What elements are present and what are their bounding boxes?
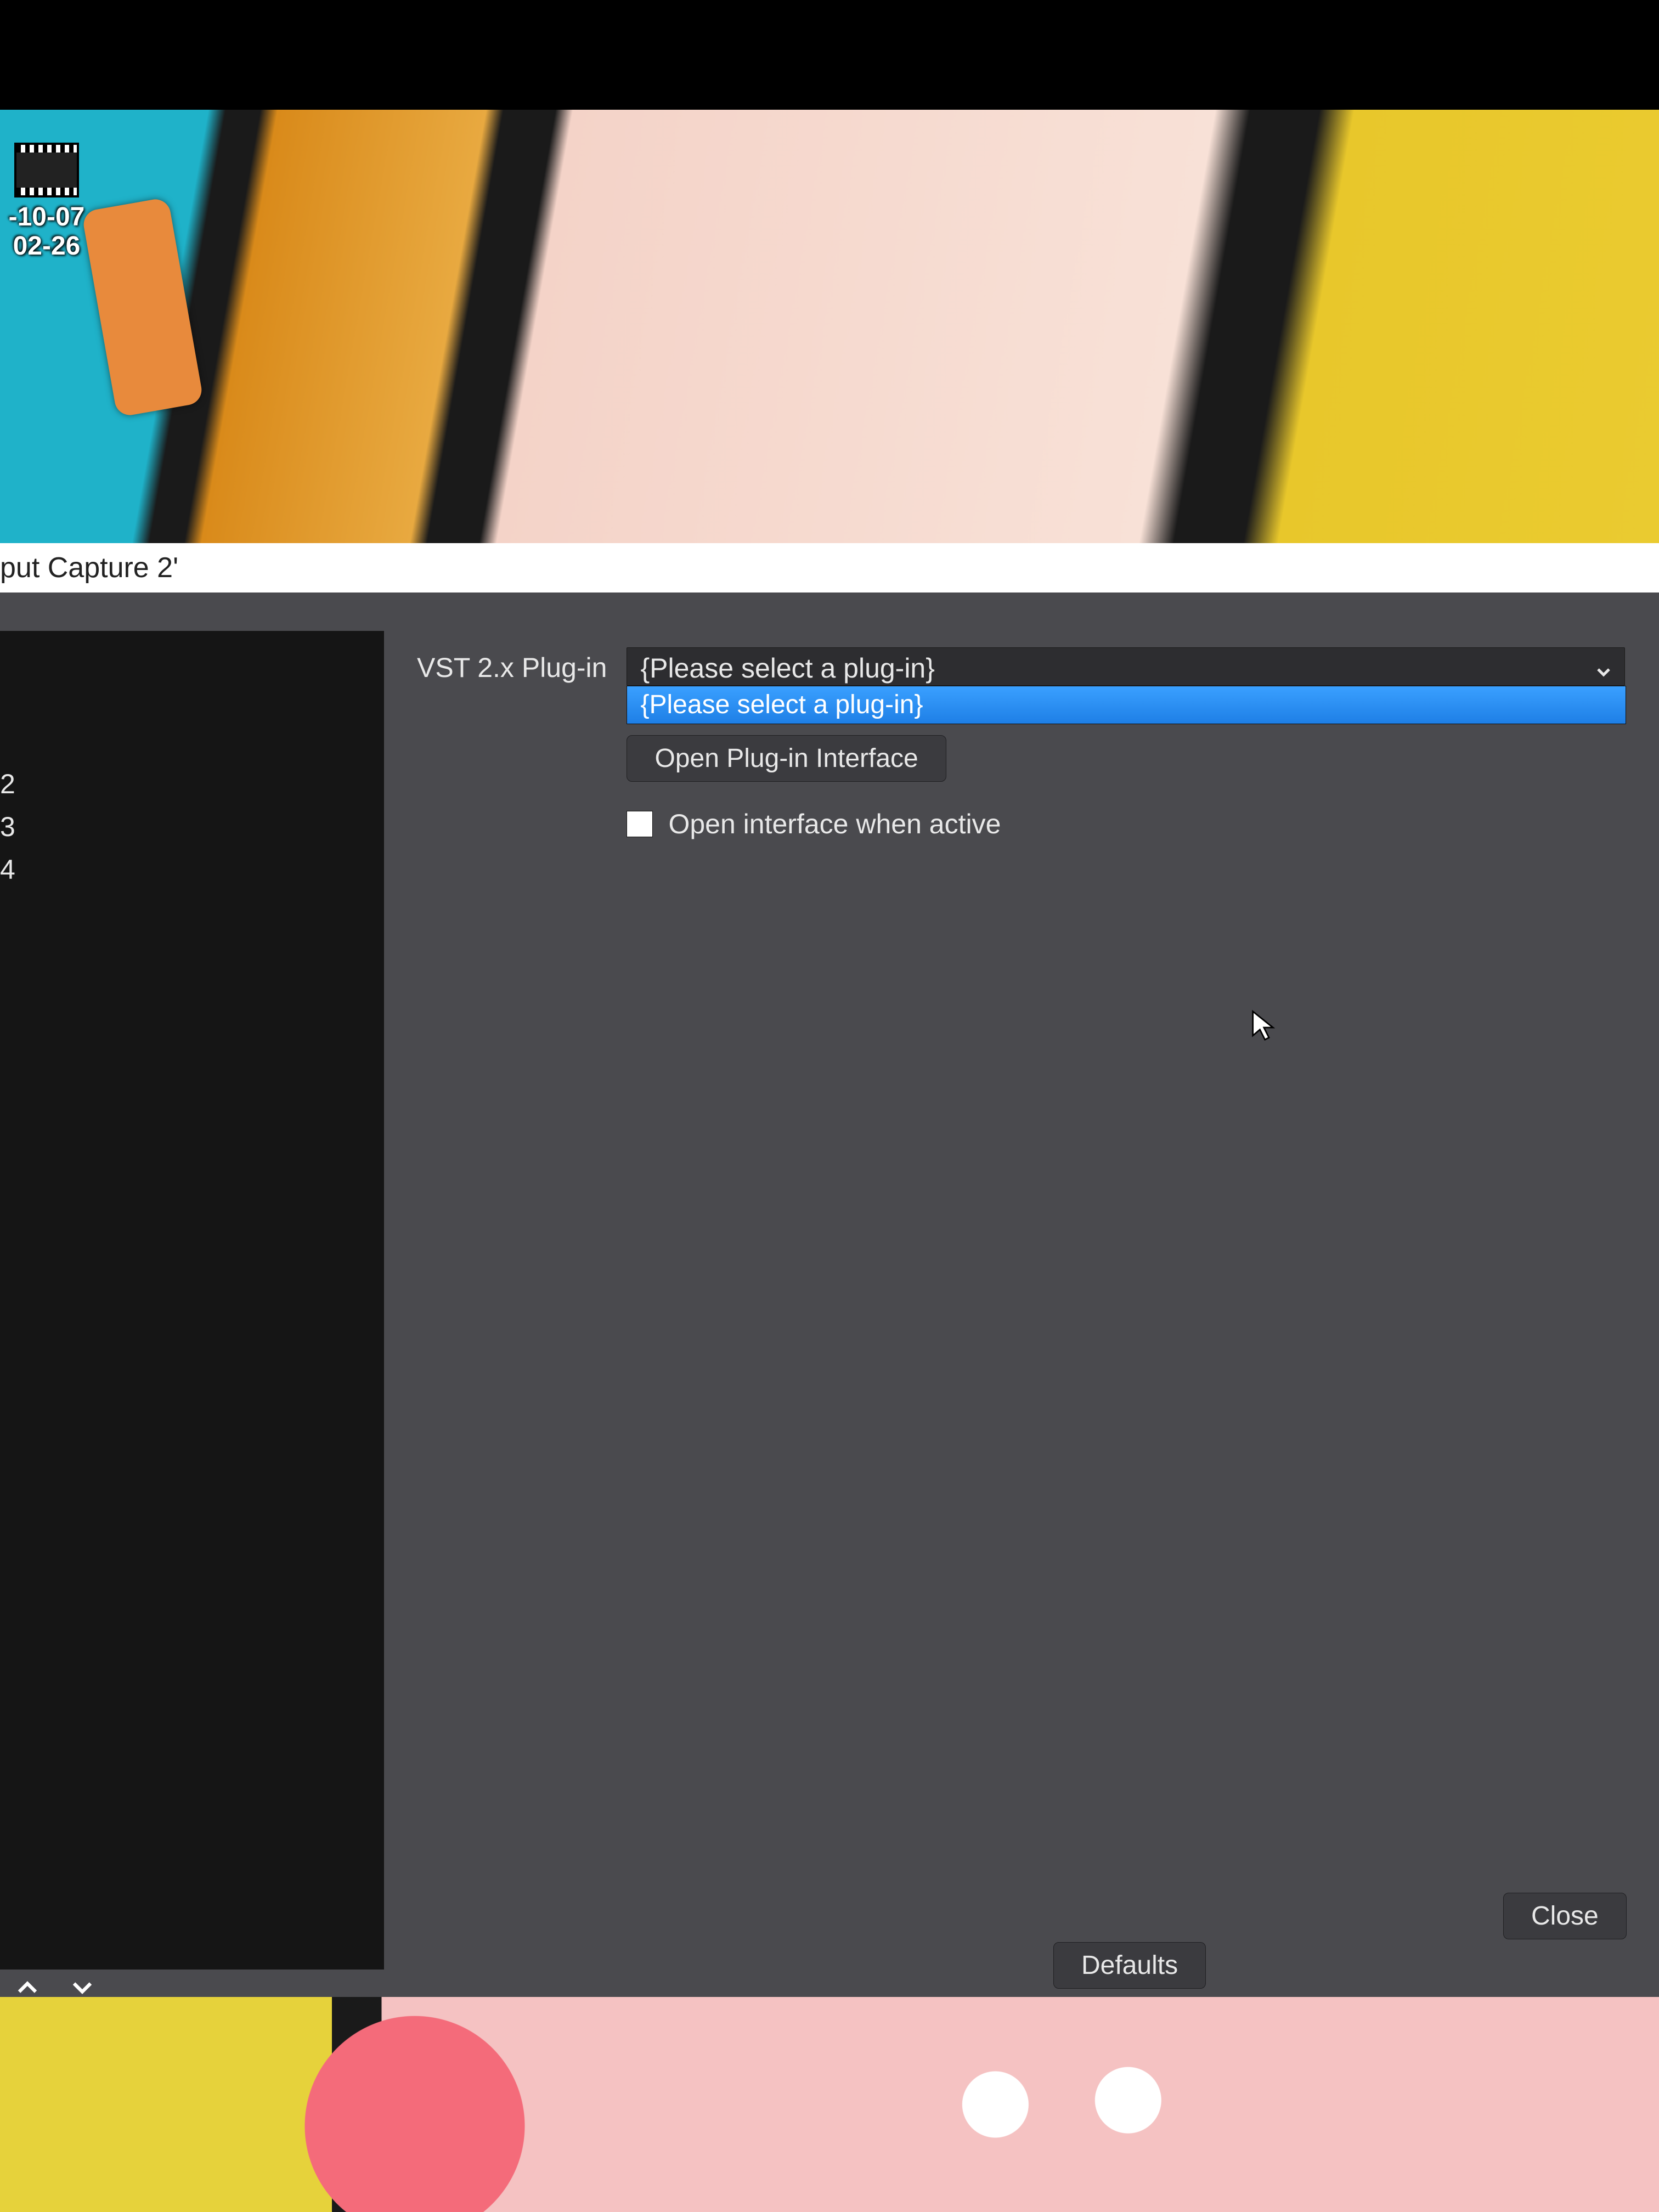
plugin-option[interactable]: {Please select a plug-in} <box>627 686 1626 724</box>
sidebar-item[interactable]: 4 <box>0 848 384 891</box>
desktop-icon-label: -10-07 02-26 <box>0 203 93 261</box>
plugin-select-value: {Please select a plug-in} <box>640 653 934 684</box>
video-thumbnail-icon <box>14 143 79 198</box>
plugin-select[interactable]: {Please select a plug-in} <box>627 647 1625 686</box>
open-when-active-checkbox[interactable] <box>627 811 653 837</box>
close-button[interactable]: Close <box>1503 1893 1627 1939</box>
filters-dialog: 2 3 4 VST 2.x Plug-in {Please select a p… <box>0 592 1659 1997</box>
mouse-cursor-icon <box>1251 1009 1275 1045</box>
plugin-field-label: VST 2.x Plug-in <box>417 647 607 688</box>
window-title: put Capture 2' <box>0 552 178 584</box>
filter-properties-panel: VST 2.x Plug-in {Please select a plug-in… <box>417 647 1659 1964</box>
desktop-wallpaper-bottom <box>0 1997 1659 2212</box>
open-when-active-label: Open interface when active <box>668 804 1001 844</box>
defaults-button[interactable]: Defaults <box>1053 1942 1206 1989</box>
sidebar-item[interactable]: 3 <box>0 805 384 848</box>
filters-sidebar[interactable]: 2 3 4 <box>0 631 384 1970</box>
chevron-down-icon <box>1593 658 1615 690</box>
desktop-wallpaper-top <box>0 110 1659 549</box>
plugin-dropdown[interactable]: {Please select a plug-in} <box>627 686 1626 724</box>
desktop-video-icon[interactable]: -10-07 02-26 <box>0 143 93 261</box>
sidebar-item[interactable]: 2 <box>0 763 384 805</box>
window-titlebar[interactable]: put Capture 2' <box>0 543 1659 592</box>
open-plugin-interface-button[interactable]: Open Plug-in Interface <box>627 735 946 782</box>
